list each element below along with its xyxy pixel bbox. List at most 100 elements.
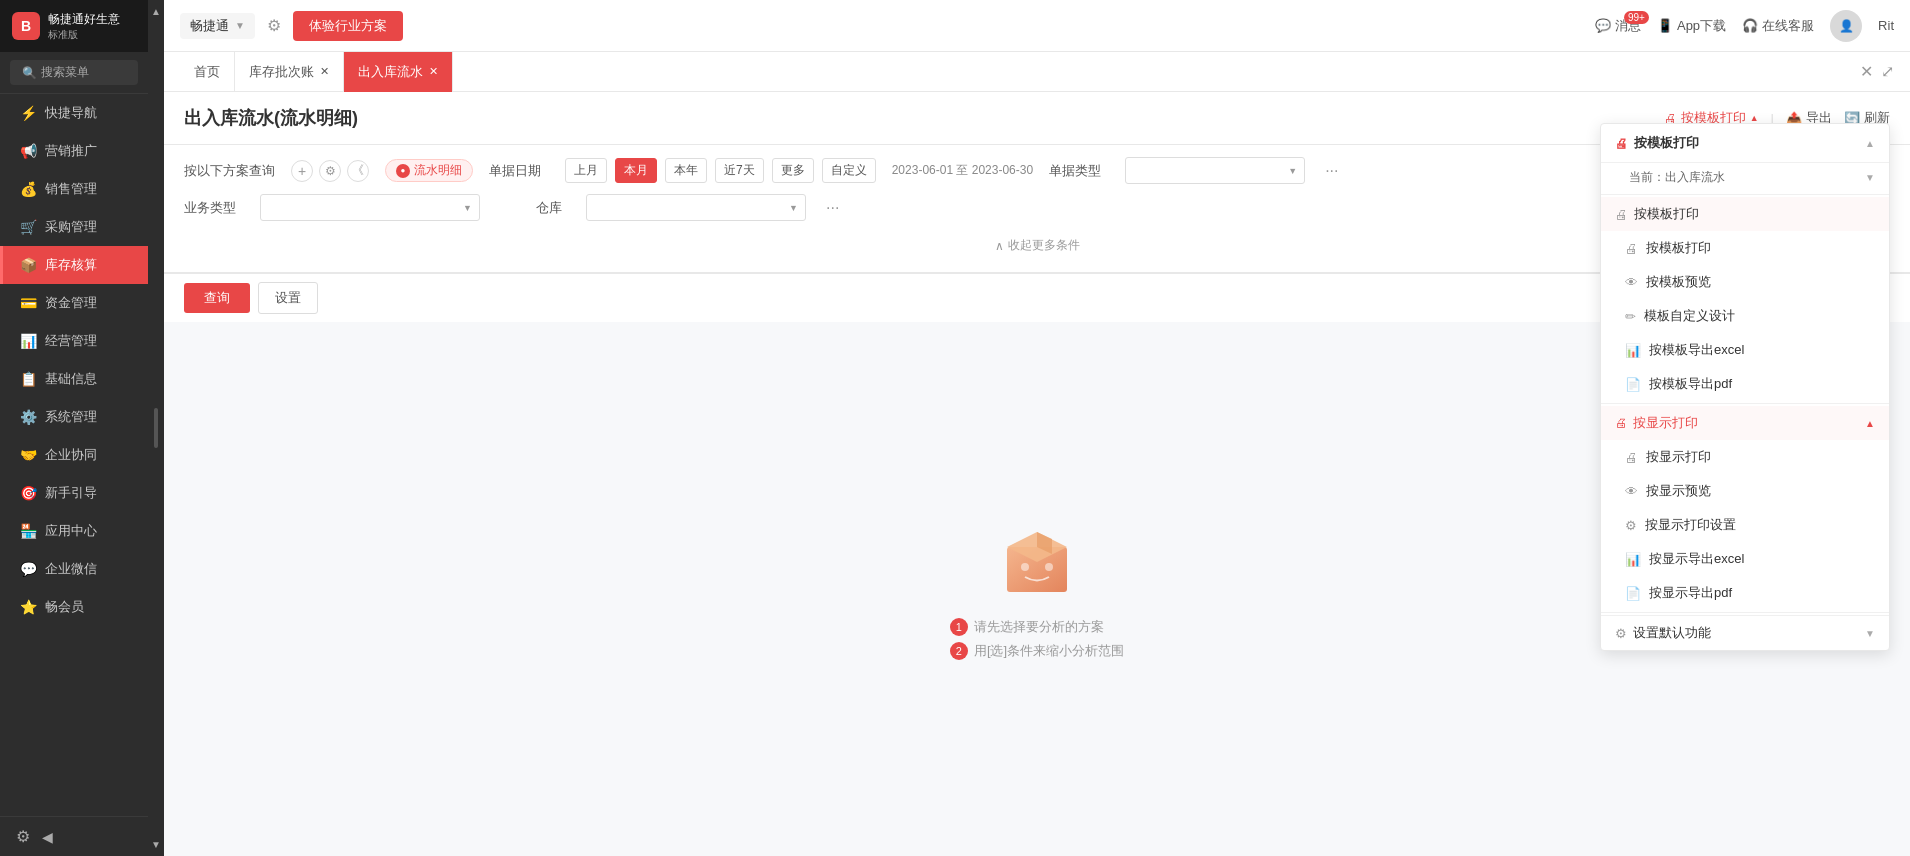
sidebar-item-marketing[interactable]: 📢 营销推广 (0, 132, 148, 170)
sidebar-bottom: ⚙ ◀ (0, 816, 148, 856)
date-btn-custom[interactable]: 自定义 (822, 158, 876, 183)
dropdown-header: 🖨 按模板打印 ▲ (1601, 124, 1889, 163)
expand-btn[interactable]: ⤢ (1881, 62, 1894, 81)
date-filter: 上月 本月 本年 近7天 更多 自定义 (565, 158, 876, 183)
dropdown-item-template-pdf[interactable]: 📄 按模板导出pdf (1601, 367, 1889, 401)
sidebar-search-area[interactable]: 🔍 搜索菜单 (0, 52, 148, 94)
step-2-text: 用[选]条件来缩小分析范围 (974, 642, 1124, 660)
sidebar-item-basic[interactable]: 📋 基础信息 (0, 360, 148, 398)
online-service-btn[interactable]: 🎧 在线客服 (1742, 17, 1814, 35)
dropdown-footer-btn[interactable]: ⚙ 设置默认功能 ▼ (1601, 615, 1889, 650)
sidebar-item-quicknav[interactable]: ⚡ 快捷导航 (0, 94, 148, 132)
settings-btn[interactable]: 设置 (258, 282, 318, 314)
sidebar-item-operations[interactable]: 📊 经营管理 (0, 322, 148, 360)
divider-footer (1601, 612, 1889, 613)
query-btn[interactable]: 查询 (184, 283, 250, 313)
dropdown-item-display-preview[interactable]: 👁 按显示预览 (1601, 474, 1889, 508)
sidebar-item-member[interactable]: ⭐ 畅会员 (0, 588, 148, 626)
sidebar-item-label: 系统管理 (45, 408, 97, 426)
scroll-up-btn[interactable]: ▲ (149, 4, 163, 19)
sidebar-item-collab[interactable]: 🤝 企业协同 (0, 436, 148, 474)
item-print-icon: 🖨 (1625, 241, 1638, 256)
warehouse-select[interactable] (586, 194, 806, 221)
empty-step-1: 1 请先选择要分析的方案 (950, 618, 1124, 636)
warehouse-label: 仓库 (536, 199, 562, 217)
username-label[interactable]: Rit (1878, 18, 1894, 33)
filter-actions: + ⚙ 《 (291, 160, 369, 182)
sidebar-settings-icon[interactable]: ⚙ (16, 827, 30, 846)
business-type-select[interactable] (260, 194, 480, 221)
tabs-corner-actions: ✕ ⤢ (1860, 62, 1894, 81)
industry-solution-btn[interactable]: 体验行业方案 (293, 11, 403, 41)
tab-flow[interactable]: 出入库流水 ✕ (344, 52, 453, 92)
scroll-down-btn[interactable]: ▼ (149, 837, 163, 852)
user-avatar[interactable]: 👤 (1830, 10, 1862, 42)
doc-type-select[interactable] (1125, 157, 1305, 184)
dropdown-item-template-print[interactable]: 🖨 按模板打印 (1601, 231, 1889, 265)
doc-type-label: 单据类型 (1049, 162, 1101, 180)
date-btn-last-month[interactable]: 上月 (565, 158, 607, 183)
dropdown-item-template-excel[interactable]: 📊 按模板导出excel (1601, 333, 1889, 367)
collapse-icon: 《 (352, 162, 364, 179)
page-header-actions: 🖨 按模板打印 ▲ | 📤 导出 🔄 刷新 🖨 (1664, 109, 1890, 141)
sidebar-item-newbie[interactable]: 🎯 新手引导 (0, 474, 148, 512)
group-display-icon: 🖨 (1615, 416, 1627, 430)
sidebar-item-appstore[interactable]: 🏪 应用中心 (0, 512, 148, 550)
tab-flow-close[interactable]: ✕ (429, 65, 438, 78)
sidebar-item-purchase[interactable]: 🛒 采购管理 (0, 208, 148, 246)
date-label: 单据日期 (489, 162, 541, 180)
app-download-btn[interactable]: 📱 App下载 (1657, 17, 1726, 35)
business-type-select-wrap (260, 194, 480, 221)
filter-add-btn[interactable]: + (291, 160, 313, 182)
sidebar-item-system[interactable]: ⚙️ 系统管理 (0, 398, 148, 436)
sidebar-item-inventory[interactable]: 📦 库存核算 (0, 246, 148, 284)
item-disp-settings-icon: ⚙ (1625, 518, 1637, 533)
date-btn-current-year[interactable]: 本年 (665, 158, 707, 183)
sidebar-item-label: 营销推广 (45, 142, 97, 160)
sidebar-item-sales[interactable]: 💰 销售管理 (0, 170, 148, 208)
display-group-chevron-up-icon: ▲ (1865, 418, 1875, 429)
dropdown-group-display[interactable]: 🖨 按显示打印 ▲ (1601, 406, 1889, 440)
dropdown-item-display-settings[interactable]: ⚙ 按显示打印设置 (1601, 508, 1889, 542)
sidebar-item-wecom[interactable]: 💬 企业微信 (0, 550, 148, 588)
sidebar-item-finance[interactable]: 💳 资金管理 (0, 284, 148, 322)
filter-settings-btn[interactable]: ⚙ (319, 160, 341, 182)
tab-batch[interactable]: 库存批次账 ✕ (235, 52, 344, 92)
tab-batch-close[interactable]: ✕ (320, 65, 329, 78)
search-menu-btn[interactable]: 🔍 搜索菜单 (10, 60, 138, 85)
item-disp-excel-icon: 📊 (1625, 552, 1641, 567)
filter-tag-flow-detail[interactable]: ● 流水明细 (385, 159, 473, 182)
system-icon: ⚙️ (19, 409, 37, 425)
tab-flow-label: 出入库流水 (358, 63, 423, 81)
dropdown-group-template[interactable]: 🖨 按模板打印 (1601, 197, 1889, 231)
topbar-gear-icon[interactable]: ⚙ (267, 16, 281, 35)
dropdown-item-template-preview[interactable]: 👁 按模板预览 (1601, 265, 1889, 299)
dropdown-item-display-excel[interactable]: 📊 按显示导出excel (1601, 542, 1889, 576)
dropdown-item-display-pdf[interactable]: 📄 按显示导出pdf (1601, 576, 1889, 610)
member-icon: ⭐ (19, 599, 37, 615)
scroll-thumb (154, 408, 158, 448)
empty-state-illustration (987, 512, 1087, 602)
item-preview-icon: 👁 (1625, 275, 1638, 290)
logo-title: 畅捷通好生意 (48, 11, 120, 28)
date-btn-more[interactable]: 更多 (772, 158, 814, 183)
dropdown-item-template-custom[interactable]: ✏ 模板自定义设计 (1601, 299, 1889, 333)
date-btn-current-month[interactable]: 本月 (615, 158, 657, 183)
doc-type-more-btn[interactable]: ··· (1325, 162, 1338, 180)
app-download-label: App下载 (1677, 17, 1726, 35)
marketing-icon: 📢 (19, 143, 37, 159)
date-btn-last7[interactable]: 近7天 (715, 158, 764, 183)
sidebar-collapse-icon[interactable]: ◀ (42, 829, 53, 845)
close-all-tabs-btn[interactable]: ✕ (1860, 62, 1873, 81)
divider-template-section (1601, 194, 1889, 195)
finance-icon: 💳 (19, 295, 37, 311)
filter-collapse-btn[interactable]: 《 (347, 160, 369, 182)
tab-home[interactable]: 首页 (180, 52, 235, 92)
tag-circle-icon: ● (396, 164, 410, 178)
company-selector[interactable]: 畅捷通 ▼ (180, 13, 255, 39)
dropdown-chevron-up-icon: ▲ (1865, 138, 1875, 149)
dropdown-item-display-print[interactable]: 🖨 按显示打印 (1601, 440, 1889, 474)
sidebar-item-label: 经营管理 (45, 332, 97, 350)
message-btn[interactable]: 💬 消息 99+ (1595, 17, 1641, 35)
warehouse-more-btn[interactable]: ··· (826, 199, 839, 217)
